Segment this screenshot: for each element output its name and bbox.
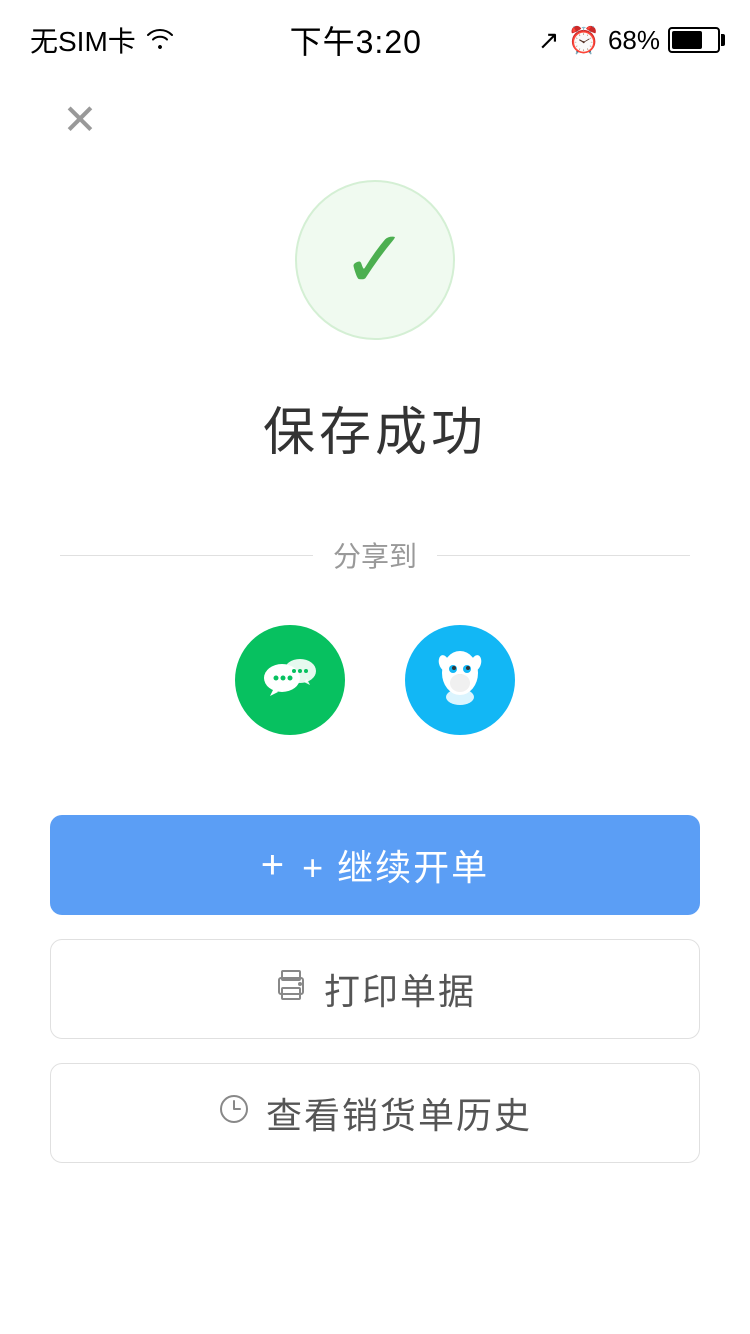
continue-button[interactable]: + + 继续开单 bbox=[50, 815, 700, 915]
status-bar: 无SIM卡 下午3:20 ↗ ⏰ 68% bbox=[0, 0, 750, 80]
success-title: 保存成功 bbox=[263, 390, 487, 465]
wechat-share-button[interactable] bbox=[235, 625, 345, 735]
success-circle: ✓ bbox=[295, 180, 455, 340]
divider-right bbox=[437, 555, 690, 556]
history-icon bbox=[218, 1093, 250, 1134]
battery-percent: 68% bbox=[608, 25, 660, 56]
status-right: ↗ ⏰ 68% bbox=[538, 25, 720, 56]
action-buttons: + + 继续开单 打印单据 查看销货单历 bbox=[50, 815, 700, 1163]
continue-label: + 继续开单 bbox=[302, 839, 489, 891]
battery-icon bbox=[668, 27, 720, 53]
main-content: ✓ 保存成功 分享到 bbox=[0, 80, 750, 1163]
share-divider-row: 分享到 bbox=[0, 535, 750, 575]
share-icons-row bbox=[235, 625, 515, 735]
share-section: 分享到 bbox=[0, 535, 750, 735]
print-button[interactable]: 打印单据 bbox=[50, 939, 700, 1039]
status-left: 无SIM卡 bbox=[30, 20, 174, 60]
qq-share-button[interactable] bbox=[405, 625, 515, 735]
status-time: 下午3:20 bbox=[290, 17, 422, 63]
divider-left bbox=[60, 555, 313, 556]
carrier-text: 无SIM卡 bbox=[30, 20, 136, 60]
close-button[interactable]: ✕ bbox=[50, 90, 110, 150]
location-icon: ↗ bbox=[538, 25, 560, 56]
close-icon: ✕ bbox=[62, 99, 97, 141]
checkmark-icon: ✓ bbox=[341, 220, 408, 300]
history-label: 查看销货单历史 bbox=[266, 1087, 532, 1139]
plus-icon: + bbox=[261, 843, 286, 888]
history-button[interactable]: 查看销货单历史 bbox=[50, 1063, 700, 1163]
print-label: 打印单据 bbox=[324, 963, 476, 1015]
share-label: 分享到 bbox=[313, 535, 437, 575]
alarm-icon: ⏰ bbox=[568, 25, 600, 56]
printer-icon bbox=[274, 970, 308, 1009]
wifi-icon bbox=[146, 25, 174, 56]
